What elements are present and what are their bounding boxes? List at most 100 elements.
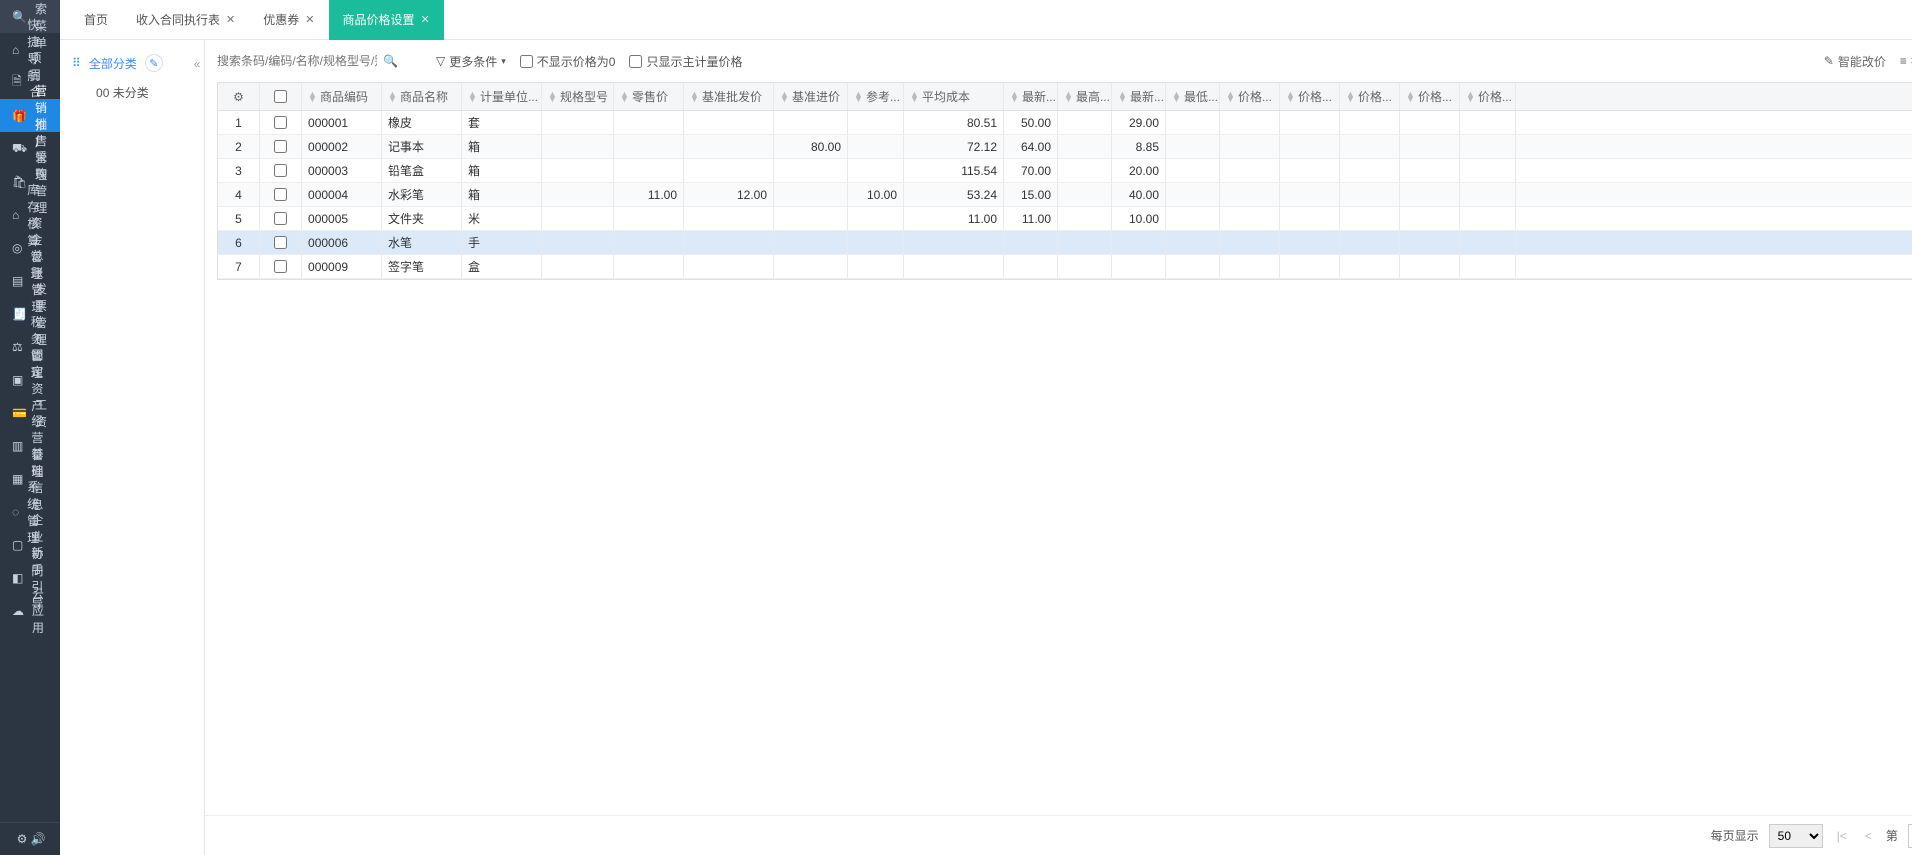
horizontal-scrollbar[interactable] (217, 280, 1912, 288)
per-page-select[interactable]: 50 (1769, 824, 1823, 848)
search-icon[interactable]: 🔍 (383, 54, 398, 68)
tab[interactable]: 优惠券✕ (249, 0, 328, 40)
cell (1166, 207, 1220, 230)
cell: 铅笔盒 (382, 159, 462, 182)
column-header[interactable]: ▲▼价格... (1220, 83, 1280, 110)
sidebar-item-15[interactable]: ◌系统管理 (0, 495, 60, 528)
row-checkbox[interactable] (274, 236, 287, 249)
column-header[interactable]: ⚙ (218, 83, 260, 110)
tree-node[interactable]: 00 未分类 (66, 76, 198, 109)
cell (774, 159, 848, 182)
sidebar-item-4[interactable]: ⛟销售管理 (0, 132, 60, 165)
sidebar-item-2[interactable]: 🗎项目合同 (0, 66, 60, 99)
tab-label: 商品价格设置 (343, 11, 415, 28)
column-header[interactable]: ▲▼商品名称 (382, 83, 462, 110)
cell (1340, 135, 1400, 158)
search-input[interactable] (217, 54, 377, 68)
column-header[interactable]: ▲▼基准批发价 (684, 83, 774, 110)
column-header[interactable]: ▲▼零售价 (614, 83, 684, 110)
row-checkbox[interactable] (274, 260, 287, 273)
table-row[interactable]: 3000003铅笔盒箱115.5470.0020.00 (218, 159, 1912, 183)
table-row[interactable]: 5000005文件夹米11.0011.0010.00 (218, 207, 1912, 231)
sidebar-item-7[interactable]: ◎资金管理 (0, 231, 60, 264)
close-icon[interactable]: ✕ (421, 13, 430, 26)
column-header[interactable]: ▲▼最高... (1058, 83, 1112, 110)
smart-price-button[interactable]: ✎ 智能改价 (1824, 53, 1886, 70)
column-header[interactable]: ▲▼基准进价 (774, 83, 848, 110)
category-tree: ⠿ 全部分类 ✎ « 00 未分类 (60, 40, 205, 855)
cell (1166, 159, 1220, 182)
sidebar-item-8[interactable]: ▤总账管理 (0, 264, 60, 297)
hide-zero-checkbox[interactable]: 不显示价格为0 (520, 53, 616, 70)
cell (848, 255, 904, 278)
sort-icon: ▲▼ (1064, 92, 1073, 102)
row-checkbox[interactable] (274, 188, 287, 201)
row-checkbox[interactable] (274, 212, 287, 225)
select-all-checkbox[interactable] (274, 90, 287, 103)
cell: 橡皮 (382, 111, 462, 134)
sidebar-item-17[interactable]: ◧新手引导 (0, 561, 60, 594)
close-icon[interactable]: ✕ (305, 13, 314, 26)
operate-button[interactable]: ≡ 操作 (1900, 53, 1912, 70)
gear-icon[interactable]: ⚙ (14, 831, 30, 847)
table-row[interactable]: 7000009签字笔盒 (218, 255, 1912, 279)
first-page-button[interactable]: |< (1833, 829, 1851, 843)
column-header[interactable]: ▲▼价格... (1400, 83, 1460, 110)
sidebar-item-18[interactable]: ☁云应用 (0, 594, 60, 627)
coin-icon: ◎ (12, 240, 22, 256)
close-icon[interactable]: ✕ (226, 13, 235, 26)
row-checkbox[interactable] (274, 116, 287, 129)
cell (542, 255, 614, 278)
column-header[interactable]: ▲▼价格... (1340, 83, 1400, 110)
tab[interactable]: 收入合同执行表✕ (122, 0, 249, 40)
cell (260, 207, 302, 230)
sidebar-item-13[interactable]: ▥经营管理 (0, 429, 60, 462)
table-row[interactable]: 6000006水笔手 (218, 231, 1912, 255)
sidebar-item-16[interactable]: ▢企业协同 (0, 528, 60, 561)
bag-icon: 🛍 (12, 174, 27, 190)
column-header[interactable]: ▲▼规格型号 (542, 83, 614, 110)
sound-icon[interactable]: 🔊 (30, 831, 46, 847)
sort-icon: ▲▼ (1346, 92, 1355, 102)
gear-icon[interactable]: ⚙ (233, 90, 244, 104)
collapse-tree-icon[interactable]: « (189, 54, 205, 74)
only-main-unit-checkbox[interactable]: 只显示主计量价格 (629, 53, 742, 70)
sidebar-item-11[interactable]: ▣固定资产 (0, 363, 60, 396)
table-row[interactable]: 2000002记事本箱80.0072.1264.008.85 (218, 135, 1912, 159)
table-row[interactable]: 1000001橡皮套80.5150.0029.00 (218, 111, 1912, 135)
column-header[interactable]: ▲▼最新... (1004, 83, 1058, 110)
cell (904, 255, 1004, 278)
tab[interactable]: 商品价格设置 ✕ (329, 0, 444, 40)
column-header[interactable]: ▲▼最新... (1112, 83, 1166, 110)
column-header[interactable]: ▲▼商品编码 (302, 83, 382, 110)
cell (1112, 255, 1166, 278)
column-header[interactable]: ▲▼计量单位... (462, 83, 542, 110)
pager: 每页显示 50 |< < 第 页 > >| 共1页, 7条记录 (205, 815, 1912, 855)
cell: 72.12 (904, 135, 1004, 158)
row-checkbox[interactable] (274, 164, 287, 177)
cell: 40.00 (1112, 183, 1166, 206)
sidebar-item-12[interactable]: 💳工资 (0, 396, 60, 429)
tree-header[interactable]: ⠿ 全部分类 ✎ (66, 50, 198, 76)
cell: 115.54 (904, 159, 1004, 182)
page-input[interactable] (1908, 824, 1912, 848)
table-row[interactable]: 4000004水彩笔箱11.0012.0010.0053.2415.0040.0… (218, 183, 1912, 207)
cell (774, 255, 848, 278)
sidebar-item-3[interactable]: 🎁营销推广 (0, 99, 60, 132)
edit-icon[interactable]: ✎ (145, 54, 163, 72)
column-header[interactable]: ▲▼价格... (1460, 83, 1516, 110)
cell: 6 (218, 231, 260, 254)
column-header[interactable]: ▲▼平均成本 (904, 83, 1004, 110)
tab[interactable]: 首页 (70, 0, 122, 40)
column-header[interactable]: ▲▼最低... (1166, 83, 1220, 110)
cell: 000006 (302, 231, 382, 254)
more-conditions-link[interactable]: ▽ 更多条件 ▾ (412, 53, 506, 70)
row-checkbox[interactable] (274, 140, 287, 153)
sidebar-item-10[interactable]: ⚖税务管理 (0, 330, 60, 363)
column-header[interactable]: ▲▼参考... (848, 83, 904, 110)
prev-page-button[interactable]: < (1861, 829, 1876, 843)
column-header[interactable]: ▲▼价格... (1280, 83, 1340, 110)
cell: 箱 (462, 135, 542, 158)
column-header[interactable] (260, 83, 302, 110)
cell (260, 255, 302, 278)
